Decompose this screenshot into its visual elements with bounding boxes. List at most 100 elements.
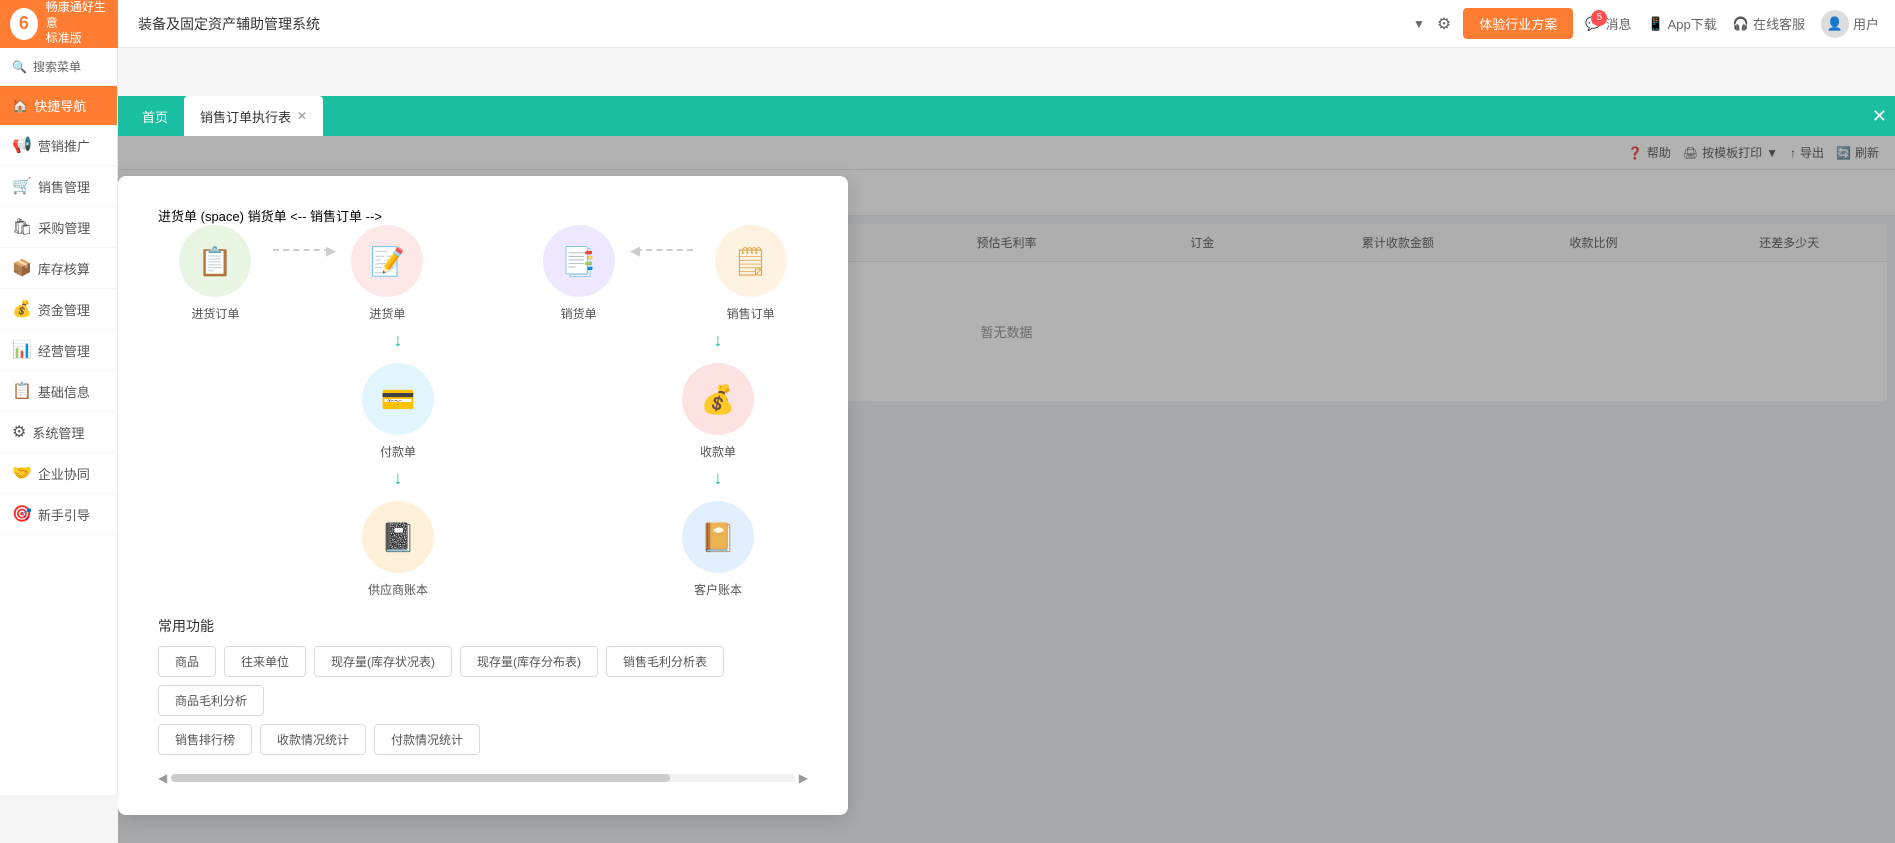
cf-btn-stock-dist[interactable]: 现存量(库存分布表)	[460, 646, 598, 677]
arrow-purchase-to-purchasedoc: ▶	[273, 249, 330, 251]
sidebar-item-finance[interactable]: 💰 资金管理	[0, 289, 117, 330]
tab-sales-order[interactable]: 销售订单执行表 ✕	[184, 96, 323, 136]
purchase-icon: 🛍	[12, 217, 32, 237]
basic-info-icon: 📋	[12, 381, 32, 401]
cf-title: 常用功能	[158, 616, 808, 636]
avatar: 👤	[1821, 10, 1849, 38]
sale-doc-label: 销货单	[561, 305, 597, 322]
inventory-icon: 📦	[12, 258, 32, 278]
supplier-ledger-circle: 📓	[362, 501, 434, 573]
online-service-item[interactable]: 🎧 在线客服	[1733, 14, 1805, 33]
purchase-doc-label: 进货单	[369, 305, 405, 322]
sidebar-item-purchase[interactable]: 🛍 采购管理	[0, 207, 117, 248]
sales-icon: 🛒	[12, 176, 32, 196]
quick-nav[interactable]: 🏠 快捷导航	[0, 86, 117, 125]
sidebar: 🔍 搜索菜单 🏠 快捷导航 📢 营销推广 🛒 销售管理 🛍 采购管理 📦 库存核…	[0, 48, 118, 795]
message-item[interactable]: 💬 5 消息	[1585, 14, 1631, 33]
tab-home[interactable]: 首页	[126, 96, 184, 136]
scroll-left-arrow[interactable]: ◀	[158, 771, 167, 785]
search-icon: 🔍	[12, 60, 27, 74]
system-title: 装备及固定资产辅助管理系统	[138, 14, 1401, 34]
cf-btn-receipt-stats[interactable]: 收款情况统计	[260, 724, 366, 755]
cf-btn-product[interactable]: 商品	[158, 646, 216, 677]
home-icon: 🏠	[12, 98, 28, 114]
popup-scrollbar: ◀ ▶	[158, 771, 808, 785]
system-icon: ⚙	[12, 422, 26, 442]
scroll-right-arrow[interactable]: ▶	[799, 771, 808, 785]
sale-order-circle: 🗒	[715, 225, 787, 297]
tab-bar: 首页 销售订单执行表 ✕ ✕	[118, 96, 1895, 136]
node-purchase-order[interactable]: 📋 进货订单	[158, 225, 273, 322]
app-download-item[interactable]: 📱 App下载	[1647, 14, 1716, 33]
node-supplier-ledger[interactable]: ↓ 📓 供应商账本	[338, 468, 458, 598]
sidebar-item-basic-info[interactable]: 📋 基础信息	[0, 371, 117, 412]
sidebar-item-enterprise[interactable]: 🤝 企业协同	[0, 453, 117, 494]
supplier-ledger-label: 供应商账本	[368, 581, 428, 598]
arrow-down-sale: ↓	[714, 330, 723, 351]
sidebar-item-sales[interactable]: 🛒 销售管理	[0, 166, 117, 207]
main-content: 首页 销售订单执行表 ✕ ✕ ❓ 帮助 🖨 按模板打印 ▼ ↑ 导出	[118, 96, 1895, 843]
cf-btn-product-analysis[interactable]: 商品毛利分析	[158, 685, 264, 716]
sidebar-item-operations[interactable]: 📊 经营管理	[0, 330, 117, 371]
cf-btn-payment-stats[interactable]: 付款情况统计	[374, 724, 480, 755]
scrollbar-thumb	[171, 774, 670, 782]
service-icon: 🎧	[1733, 16, 1749, 32]
payment-out-circle: 💳	[362, 363, 434, 435]
popup-box: 进货单 (space) 销货单 <-- 销售订单 --> 📋 进货订单	[118, 176, 848, 815]
common-functions: 常用功能 商品 往来单位 现存量(库存状况表) 现存量(库存分布表) 销售毛利分…	[158, 616, 808, 755]
arrow-down-purchase: ↓	[394, 330, 403, 351]
customer-ledger-circle: 📔	[682, 501, 754, 573]
node-sale-order[interactable]: 🗒 销售订单	[693, 225, 808, 322]
sidebar-item-tutorial[interactable]: 🎯 新手引导	[0, 494, 117, 535]
window-close-icon[interactable]: ✕	[1872, 106, 1887, 127]
sidebar-item-marketing[interactable]: 📢 营销推广	[0, 125, 117, 166]
payment-in-circle: 💰	[682, 363, 754, 435]
node-payment-in[interactable]: ↓ 💰 收款单	[658, 330, 778, 460]
finance-icon: 💰	[12, 299, 32, 319]
dropdown-arrow[interactable]: ▼	[1413, 17, 1425, 31]
customer-ledger-label: 客户账本	[694, 581, 742, 598]
purchase-order-circle: 📋	[179, 225, 251, 297]
node-customer-ledger[interactable]: ↓ 📔 客户账本	[658, 468, 778, 598]
popup-overlay[interactable]: 进货单 (space) 销货单 <-- 销售订单 --> 📋 进货订单	[118, 136, 1895, 843]
node-payment-out[interactable]: ↓ 💳 付款单	[338, 330, 458, 460]
message-badge-wrap: 💬 5	[1585, 16, 1601, 32]
arrow-down-payment-out: ↓	[394, 468, 403, 489]
cf-buttons: 商品 往来单位 现存量(库存状况表) 现存量(库存分布表) 销售毛利分析表 商品…	[158, 646, 808, 716]
message-badge: 5	[1591, 10, 1607, 26]
cf-buttons-row2: 销售排行榜 收款情况统计 付款情况统计	[158, 724, 808, 755]
sidebar-item-inventory[interactable]: 📦 库存核算	[0, 248, 117, 289]
sale-order-label: 销售订单	[727, 305, 775, 322]
app-icon: 📱	[1647, 16, 1663, 32]
payment-out-label: 付款单	[380, 443, 416, 460]
marketing-icon: 📢	[12, 135, 32, 155]
arrow-down-payment-in: ↓	[714, 468, 723, 489]
cf-btn-stock-status[interactable]: 现存量(库存状况表)	[314, 646, 452, 677]
search-menu[interactable]: 🔍 搜索菜单	[0, 48, 117, 86]
scrollbar-track[interactable]	[171, 774, 795, 782]
enterprise-icon: 🤝	[12, 463, 32, 483]
cf-btn-customer[interactable]: 往来单位	[224, 646, 306, 677]
operations-icon: 📊	[12, 340, 32, 360]
purchase-doc-circle: 📝	[351, 225, 423, 297]
message-label: 消息	[1605, 14, 1631, 33]
top-header: 6 畅康通好生意 标准版 装备及固定资产辅助管理系统 ▼ ⚙ 体验行业方案 💬 …	[0, 0, 1895, 48]
logo-area: 6 畅康通好生意 标准版	[0, 0, 118, 48]
node-purchase-doc[interactable]: 📝 进货单	[330, 225, 445, 322]
cf-btn-sales-rank[interactable]: 销售排行榜	[158, 724, 252, 755]
settings-icon[interactable]: ⚙	[1437, 14, 1451, 34]
node-sale-doc[interactable]: 📑 销货单	[521, 225, 636, 322]
logo-icon: 6	[10, 8, 38, 40]
trial-button[interactable]: 体验行业方案	[1463, 8, 1573, 39]
content-area: ❓ 帮助 🖨 按模板打印 ▼ ↑ 导出 🔄 刷新 📅 单据状态	[118, 136, 1895, 843]
logo-text: 畅康通好生意 标准版	[46, 0, 108, 47]
arrow-saleorder-to-saledoc: ◀	[636, 249, 693, 251]
sale-doc-circle: 📑	[543, 225, 615, 297]
user-item[interactable]: 👤 用户	[1821, 10, 1879, 38]
cf-btn-sales-analysis[interactable]: 销售毛利分析表	[606, 646, 724, 677]
sidebar-item-system[interactable]: ⚙ 系统管理	[0, 412, 117, 453]
header-right: 💬 5 消息 📱 App下载 🎧 在线客服 👤 用户	[1585, 10, 1879, 38]
tutorial-icon: 🎯	[12, 504, 32, 524]
payment-in-label: 收款单	[700, 443, 736, 460]
tab-close-icon[interactable]: ✕	[297, 109, 307, 123]
